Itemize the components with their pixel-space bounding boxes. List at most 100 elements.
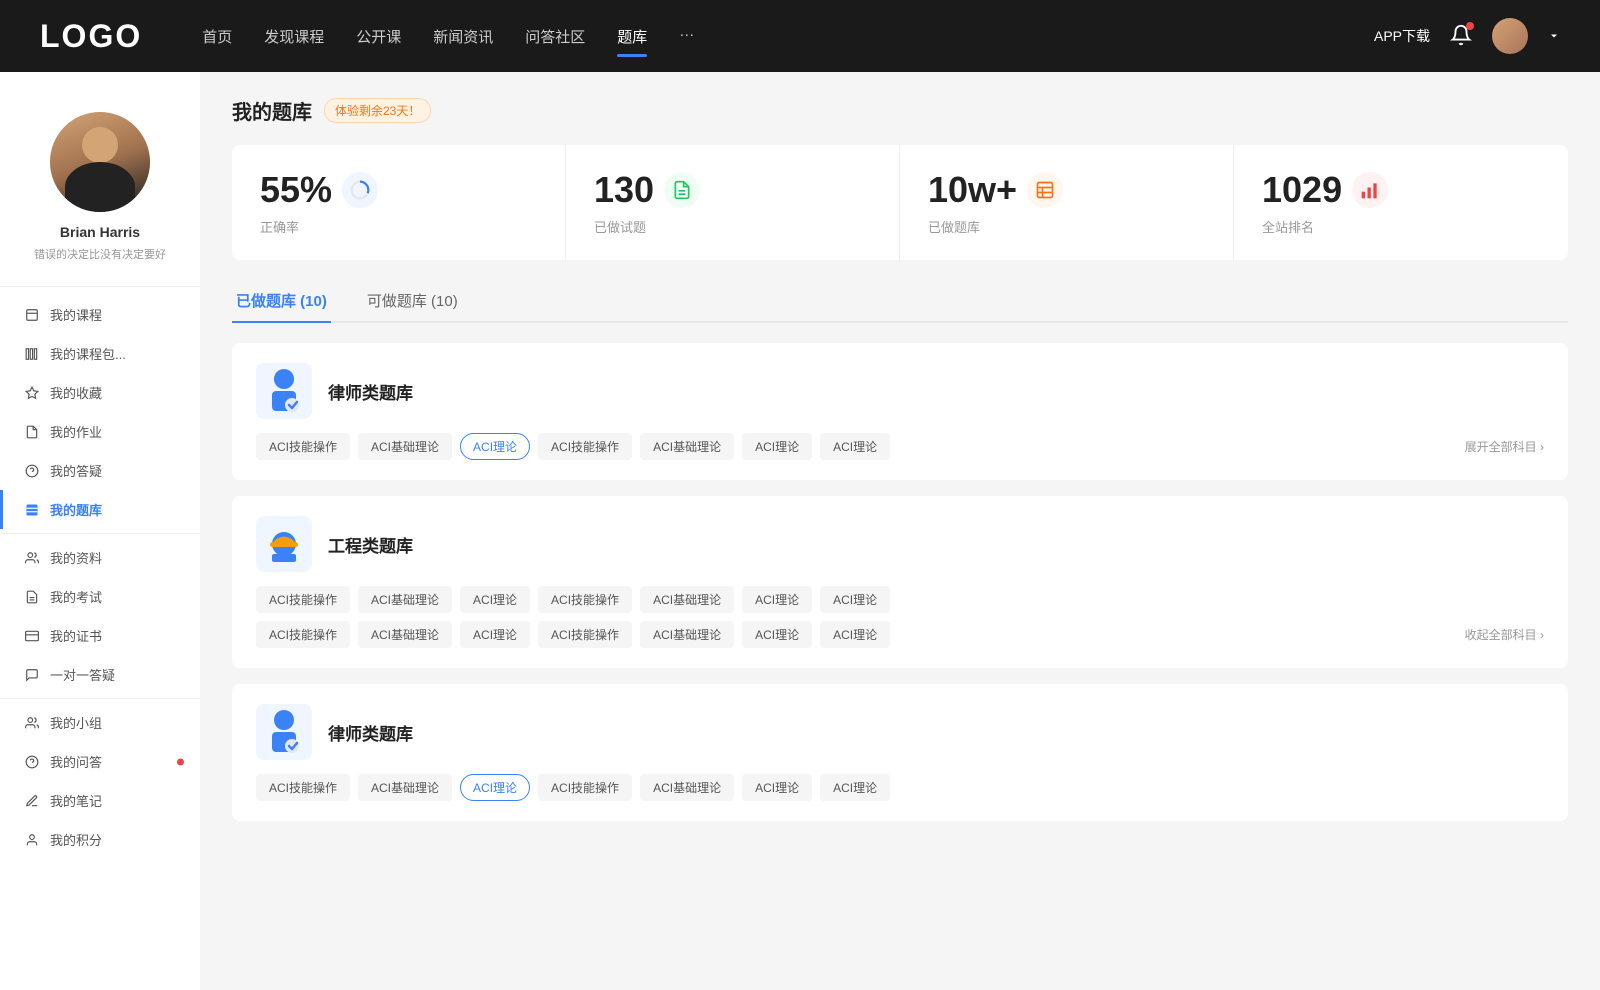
nav-discover[interactable]: 发现课程 (264, 22, 324, 51)
tab-available[interactable]: 可做题库 (10) (363, 280, 462, 321)
tag[interactable]: ACI理论 (742, 586, 812, 613)
sidebar-item-myqa[interactable]: 我的问答 (0, 742, 200, 781)
sidebar-item-group[interactable]: 我的小组 (0, 703, 200, 742)
qa-icon (24, 754, 40, 770)
questions-icon (664, 172, 700, 208)
tag-active[interactable]: ACI理论 (460, 774, 530, 801)
tag[interactable]: ACI理论 (820, 774, 890, 801)
tags-section: ACI技能操作 ACI基础理论 ACI理论 ACI技能操作 ACI基础理论 AC… (256, 774, 1544, 801)
sidebar-item-exam[interactable]: 我的考试 (0, 577, 200, 616)
tags-section: ACI技能操作 ACI基础理论 ACI理论 ACI技能操作 ACI基础理论 AC… (256, 433, 1544, 460)
nav-opencourse[interactable]: 公开课 (356, 22, 401, 51)
stat-label: 已做试题 (594, 217, 871, 236)
sidebar-label: 我的小组 (50, 713, 102, 732)
page-title: 我的题库 (232, 96, 312, 125)
nav-questionbank[interactable]: 题库 (617, 22, 647, 51)
sidebar-item-tutor[interactable]: 一对一答疑 (0, 655, 200, 694)
tabs: 已做题库 (10) 可做题库 (10) (232, 280, 1568, 323)
tab-done[interactable]: 已做题库 (10) (232, 280, 331, 321)
sidebar-label: 我的答疑 (50, 461, 102, 480)
sidebar-item-questionbank[interactable]: 我的题库 (0, 490, 200, 529)
sidebar: Brian Harris 错误的决定比没有决定要好 我的课程 我的课程包... (0, 72, 200, 990)
tag[interactable]: ACI技能操作 (256, 774, 350, 801)
stat-value: 55% (260, 169, 332, 211)
tags-row: ACI技能操作 ACI基础理论 ACI理论 ACI技能操作 ACI基础理论 AC… (256, 586, 1544, 613)
tag[interactable]: ACI理论 (742, 621, 812, 648)
exam-icon (24, 589, 40, 605)
tag[interactable]: ACI基础理论 (358, 621, 452, 648)
tag[interactable]: ACI理论 (460, 621, 530, 648)
sidebar-item-mycourse[interactable]: 我的课程 (0, 295, 200, 334)
package-icon (24, 346, 40, 362)
tag[interactable]: ACI基础理论 (358, 774, 452, 801)
group-icon (24, 715, 40, 731)
notes-icon (24, 793, 40, 809)
chevron-down-icon[interactable] (1548, 30, 1560, 42)
main-content: 我的题库 体验剩余23天！ 55% 正确率 13 (200, 72, 1600, 990)
stat-label: 正确率 (260, 217, 537, 236)
sidebar-item-coursepackage[interactable]: 我的课程包... (0, 334, 200, 373)
notification-bell[interactable] (1450, 24, 1472, 49)
divider (0, 698, 200, 699)
tag[interactable]: ACI基础理论 (640, 433, 734, 460)
notification-dot (1466, 22, 1474, 30)
stat-banks: 10w+ 已做题库 (900, 145, 1234, 260)
stat-label: 全站排名 (1262, 217, 1540, 236)
tag[interactable]: ACI理论 (820, 621, 890, 648)
tag[interactable]: ACI技能操作 (538, 586, 632, 613)
stat-top: 1029 (1262, 169, 1540, 211)
tag-active[interactable]: ACI理论 (460, 433, 530, 460)
sidebar-item-answers[interactable]: 我的答疑 (0, 451, 200, 490)
accuracy-icon (342, 172, 378, 208)
tag[interactable]: ACI理论 (742, 433, 812, 460)
tag[interactable]: ACI技能操作 (538, 433, 632, 460)
tag[interactable]: ACI技能操作 (256, 433, 350, 460)
page-header: 我的题库 体验剩余23天！ (232, 96, 1568, 125)
tag[interactable]: ACI理论 (460, 586, 530, 613)
tag[interactable]: ACI基础理论 (358, 433, 452, 460)
tag[interactable]: ACI基础理论 (640, 586, 734, 613)
stat-accuracy: 55% 正确率 (232, 145, 566, 260)
sidebar-label: 我的课程包... (50, 344, 126, 363)
tag[interactable]: ACI理论 (820, 433, 890, 460)
tag[interactable]: ACI技能操作 (256, 621, 350, 648)
tag[interactable]: ACI技能操作 (256, 586, 350, 613)
app-download-link[interactable]: APP下载 (1374, 26, 1430, 46)
user-avatar[interactable] (1492, 18, 1528, 54)
tag[interactable]: ACI技能操作 (538, 621, 632, 648)
tags-row: ACI技能操作 ACI基础理论 ACI理论 ACI技能操作 ACI基础理论 AC… (256, 774, 890, 801)
sidebar-item-points[interactable]: 我的积分 (0, 820, 200, 859)
profile-name: Brian Harris (16, 224, 184, 240)
stat-label: 已做题库 (928, 217, 1205, 236)
sidebar-label: 一对一答疑 (50, 665, 115, 684)
points-icon (24, 832, 40, 848)
expand-link[interactable]: 展开全部科目 › (1465, 438, 1544, 455)
sidebar-item-favorites[interactable]: 我的收藏 (0, 373, 200, 412)
tag[interactable]: ACI基础理论 (358, 586, 452, 613)
tag[interactable]: ACI基础理论 (640, 774, 734, 801)
unread-dot (177, 758, 184, 765)
tag[interactable]: ACI基础理论 (640, 621, 734, 648)
nav-right: APP下载 (1374, 18, 1560, 54)
lawyer-person-icon-2 (264, 708, 304, 756)
bank-icon-lawyer2 (256, 704, 312, 760)
bank-icon (24, 502, 40, 518)
sidebar-item-notes[interactable]: 我的笔记 (0, 781, 200, 820)
stat-value: 1029 (1262, 169, 1342, 211)
sidebar-item-homework[interactable]: 我的作业 (0, 412, 200, 451)
sidebar-item-profile[interactable]: 我的资料 (0, 538, 200, 577)
bank-card-lawyer-1: 律师类题库 ACI技能操作 ACI基础理论 ACI理论 ACI技能操作 ACI基… (232, 343, 1568, 480)
chat-icon (24, 667, 40, 683)
collapse-link[interactable]: 收起全部科目 › (1465, 626, 1544, 643)
tag[interactable]: ACI理论 (820, 586, 890, 613)
nav-more[interactable]: ··· (679, 22, 694, 51)
nav-home[interactable]: 首页 (202, 22, 232, 51)
sidebar-label: 我的题库 (50, 500, 102, 519)
tag[interactable]: ACI理论 (742, 774, 812, 801)
sidebar-item-certificate[interactable]: 我的证书 (0, 616, 200, 655)
sidebar-menu: 我的课程 我的课程包... 我的收藏 我的作业 (0, 287, 200, 867)
sidebar-label: 我的证书 (50, 626, 102, 645)
nav-qa[interactable]: 问答社区 (525, 22, 585, 51)
tag[interactable]: ACI技能操作 (538, 774, 632, 801)
nav-news[interactable]: 新闻资讯 (433, 22, 493, 51)
